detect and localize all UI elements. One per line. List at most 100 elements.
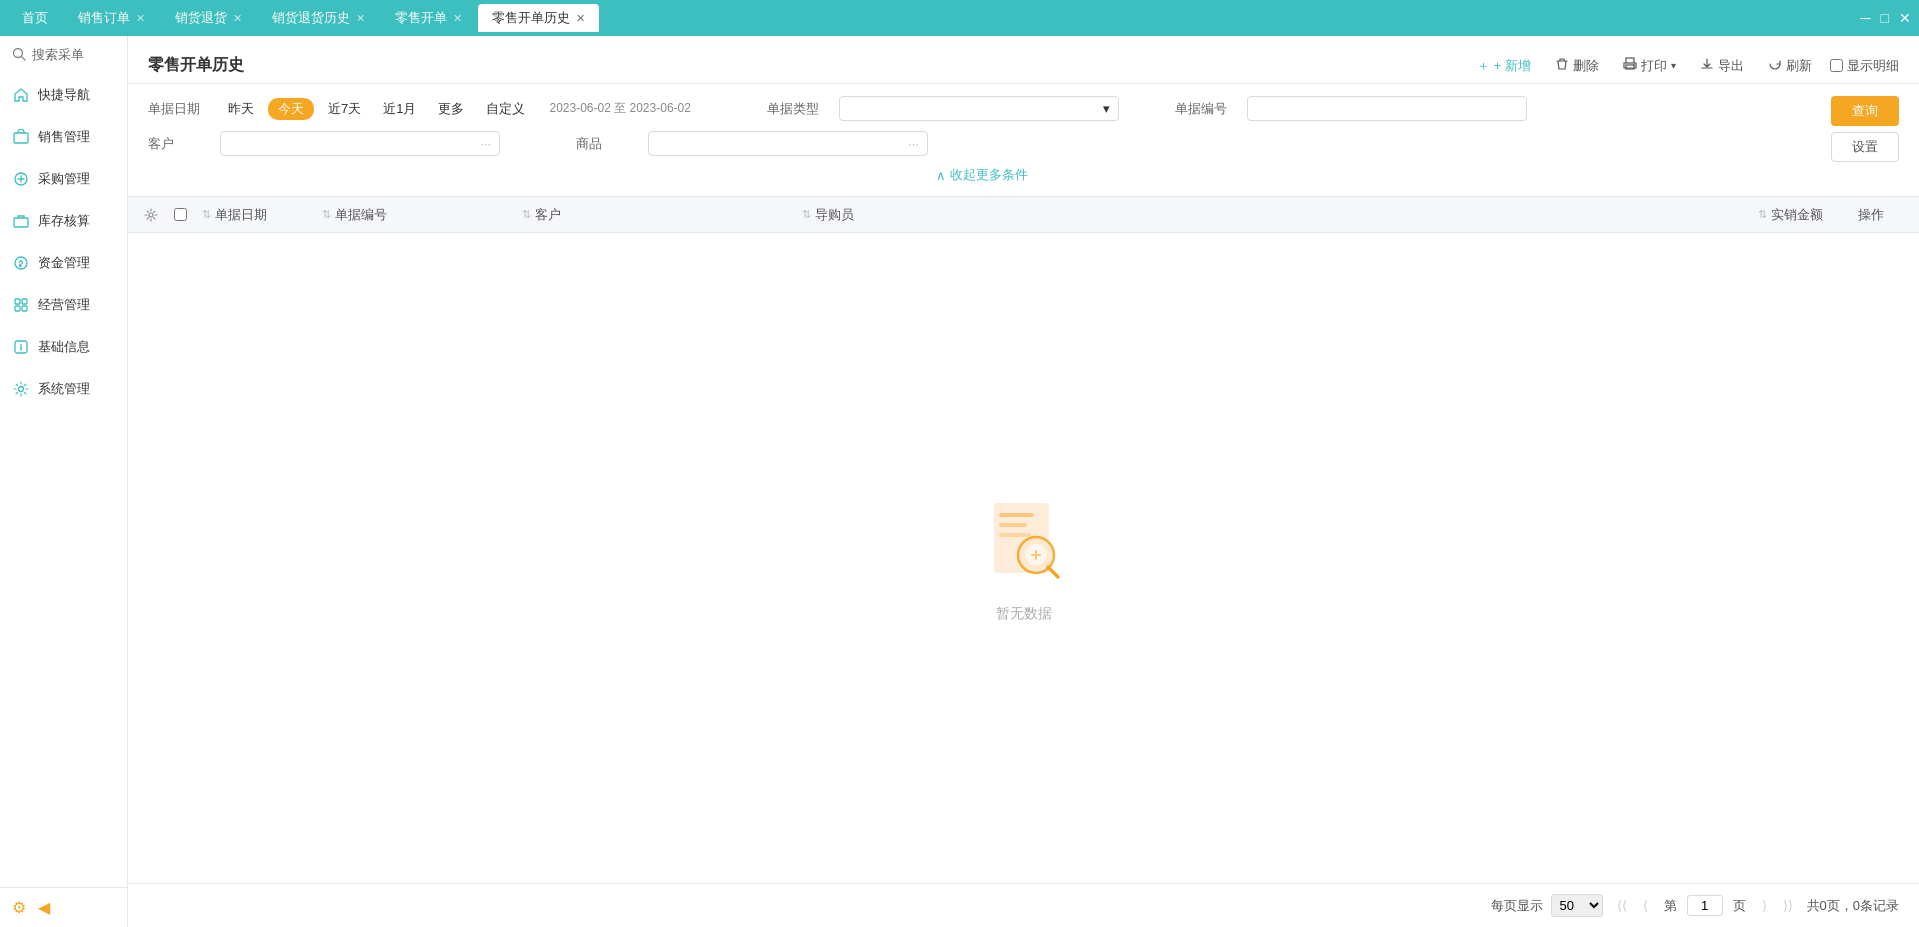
show-detail-label: 显示明细 — [1847, 57, 1899, 75]
tab-sales-return-history-label: 销货退货历史 — [272, 9, 350, 27]
customer-input[interactable]: ··· — [220, 131, 500, 156]
svg-rect-19 — [999, 533, 1031, 537]
tab-retail-order-label: 零售开单 — [395, 9, 447, 27]
svg-point-14 — [1633, 64, 1635, 66]
date-option-yesterday[interactable]: 昨天 — [220, 98, 262, 120]
svg-point-11 — [19, 387, 24, 392]
tab-sales-return-history-close[interactable]: ✕ — [356, 12, 365, 25]
svg-rect-8 — [15, 306, 20, 311]
select-all-input[interactable] — [174, 208, 187, 221]
refresh-button[interactable]: 刷新 — [1762, 53, 1818, 79]
customer-label: 客户 — [148, 135, 204, 153]
date-options: 昨天 今天 近7天 近1月 更多 自定义 — [220, 98, 533, 120]
th-customer-label: 客户 — [535, 206, 561, 224]
tab-home[interactable]: 首页 — [8, 4, 62, 32]
close-btn[interactable]: ✕ — [1899, 10, 1911, 26]
number-input[interactable] — [1247, 96, 1527, 121]
finance-icon — [12, 254, 30, 272]
sidebar-item-inventory[interactable]: 库存核算 — [0, 200, 127, 242]
select-all-checkbox[interactable] — [166, 208, 194, 221]
tab-sales-order[interactable]: 销售订单 ✕ — [64, 4, 159, 32]
export-button[interactable]: 导出 — [1694, 53, 1750, 79]
tab-sales-order-close[interactable]: ✕ — [136, 12, 145, 25]
page-label-suffix: 页 — [1727, 895, 1752, 917]
th-customer[interactable]: ⇅ 客户 — [514, 206, 794, 224]
sidebar-item-system[interactable]: 系统管理 — [0, 368, 127, 410]
print-button[interactable]: 打印 ▾ — [1617, 53, 1682, 79]
sidebar-item-purchase-label: 采购管理 — [38, 170, 90, 188]
minimize-btn[interactable]: ─ — [1861, 10, 1871, 26]
sidebar-item-quick-nav[interactable]: 快捷导航 — [0, 74, 127, 116]
th-date[interactable]: ⇅ 单据日期 — [194, 206, 314, 224]
th-amount[interactable]: ⇅ 实销金额 — [1711, 206, 1831, 224]
table-header: ⇅ 单据日期 ⇅ 单据编号 ⇅ 客户 ⇅ 导购员 ⇅ 实销 — [128, 197, 1919, 233]
print-dropdown-icon: ▾ — [1671, 60, 1676, 71]
delete-button[interactable]: 删除 — [1549, 53, 1605, 79]
page-title: 零售开单历史 — [148, 55, 244, 76]
sidebar-item-purchase[interactable]: 采购管理 — [0, 158, 127, 200]
first-page-btn[interactable]: ⟨⟨ — [1611, 896, 1633, 915]
date-option-today[interactable]: 今天 — [268, 98, 314, 120]
empty-state: 暂无数据 — [128, 233, 1919, 883]
sidebar-search-label: 搜索采单 — [32, 46, 84, 64]
svg-rect-17 — [999, 513, 1034, 517]
tab-retail-history-label: 零售开单历史 — [492, 9, 570, 27]
page-header: 零售开单历史 ＋ + 新增 删除 — [128, 36, 1919, 84]
tab-retail-history[interactable]: 零售开单历史 ✕ — [478, 4, 599, 32]
refresh-icon — [1768, 57, 1782, 74]
tab-sales-order-label: 销售订单 — [78, 9, 130, 27]
page-number-input[interactable] — [1687, 895, 1723, 916]
sales-icon — [12, 128, 30, 146]
tab-sales-return-history[interactable]: 销货退货历史 ✕ — [258, 4, 379, 32]
sidebar-item-sales[interactable]: 销售管理 — [0, 116, 127, 158]
goods-input[interactable]: ··· — [648, 131, 928, 156]
setting-button[interactable]: 设置 — [1831, 132, 1899, 162]
sort-icon-customer: ⇅ — [522, 208, 531, 221]
show-detail-checkbox[interactable]: 显示明细 — [1830, 57, 1899, 75]
add-button[interactable]: ＋ + 新增 — [1471, 53, 1537, 79]
last-page-btn[interactable]: ⟩⟩ — [1777, 896, 1799, 915]
svg-rect-4 — [14, 218, 28, 227]
date-option-custom[interactable]: 自定义 — [478, 98, 533, 120]
prev-page-btn[interactable]: ⟨ — [1637, 896, 1654, 915]
pagination: 每页显示 20 50 100 200 ⟨⟨ ⟨ 第 页 ⟩ ⟩⟩ 共0页，0条记… — [128, 883, 1919, 927]
sidebar-item-finance-label: 资金管理 — [38, 254, 90, 272]
maximize-btn[interactable]: □ — [1881, 10, 1889, 26]
export-icon — [1700, 57, 1714, 74]
svg-rect-7 — [22, 299, 27, 304]
number-label: 单据编号 — [1175, 100, 1231, 118]
basic-info-icon — [12, 338, 30, 356]
date-option-7days[interactable]: 近7天 — [320, 98, 369, 120]
next-page-btn[interactable]: ⟩ — [1756, 896, 1773, 915]
tab-home-label: 首页 — [22, 9, 48, 27]
inventory-icon — [12, 212, 30, 230]
per-page-select[interactable]: 20 50 100 200 — [1551, 894, 1603, 917]
empty-icon — [974, 493, 1074, 593]
sidebar-item-operations[interactable]: 经营管理 — [0, 284, 127, 326]
tab-sales-return[interactable]: 销货退货 ✕ — [161, 4, 256, 32]
sidebar-search[interactable]: 搜索采单 — [0, 36, 127, 74]
date-option-more[interactable]: 更多 — [430, 98, 472, 120]
tab-retail-order-close[interactable]: ✕ — [453, 12, 462, 25]
type-select[interactable]: ▾ — [839, 96, 1119, 121]
show-detail-input[interactable] — [1830, 59, 1843, 72]
tab-sales-return-close[interactable]: ✕ — [233, 12, 242, 25]
th-number[interactable]: ⇅ 单据编号 — [314, 206, 514, 224]
settings-icon[interactable]: ⚙ — [12, 898, 26, 917]
th-guide[interactable]: ⇅ 导购员 — [794, 206, 954, 224]
sidebar-item-basic-info[interactable]: 基础信息 — [0, 326, 127, 368]
main-layout: 搜索采单 快捷导航 销售管理 — [0, 36, 1919, 927]
query-button[interactable]: 查询 — [1831, 96, 1899, 126]
svg-line-1 — [22, 56, 26, 60]
date-option-1month[interactable]: 近1月 — [375, 98, 424, 120]
tab-retail-order[interactable]: 零售开单 ✕ — [381, 4, 476, 32]
tab-retail-history-close[interactable]: ✕ — [576, 12, 585, 25]
date-label: 单据日期 — [148, 100, 204, 118]
collapse-sidebar-icon[interactable]: ◀ — [38, 898, 50, 917]
delete-label: 删除 — [1573, 57, 1599, 75]
sidebar-item-operations-label: 经营管理 — [38, 296, 90, 314]
column-settings-btn[interactable] — [136, 208, 166, 222]
sidebar: 搜索采单 快捷导航 销售管理 — [0, 36, 128, 927]
sidebar-item-finance[interactable]: 资金管理 — [0, 242, 127, 284]
collapse-btn[interactable]: ∧ 收起更多条件 — [148, 166, 1815, 184]
